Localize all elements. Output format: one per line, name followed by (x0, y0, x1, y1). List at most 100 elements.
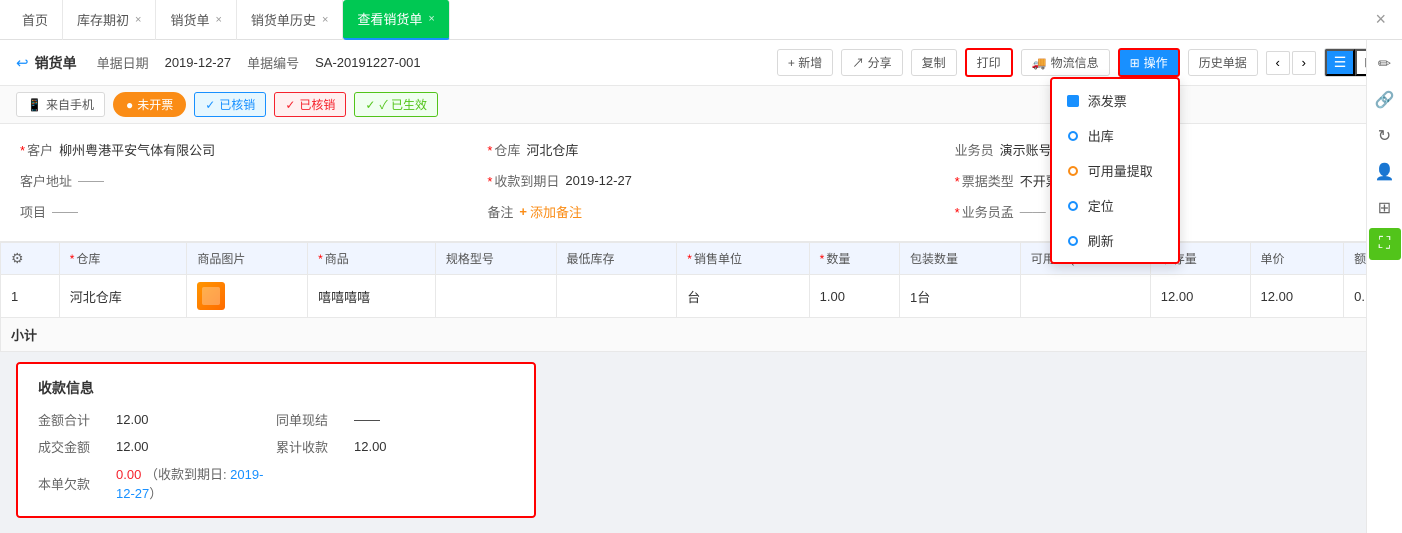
tab-sales-history[interactable]: 销货单历史 × (237, 0, 343, 40)
right-panel: ✏ 🔗 ↻ 👤 ⊞ ⛶ (1366, 40, 1402, 533)
payment-row-5: 本单欠款 0.00 （收款到期日: 2019-12-27） (38, 464, 276, 502)
note-label: 备注 (487, 202, 513, 221)
close-tab-history[interactable]: × (322, 14, 328, 26)
customer-value: 柳州粤港平安气体有限公司 (59, 140, 215, 159)
add-note-button[interactable]: 添加备注 (519, 202, 582, 221)
operations-button[interactable]: ⊞ 操作 (1118, 48, 1180, 77)
docno-value: SA-20191227-001 (315, 55, 421, 70)
date-label: 单据日期 (97, 53, 149, 72)
refresh-item[interactable]: 刷新 (1052, 223, 1178, 258)
doc-meta: 单据日期 2019-12-27 单据编号 SA-20191227-001 (97, 53, 421, 72)
not-opened-button[interactable]: ● 未开票 (113, 92, 186, 117)
row-pack-qty: 1台 (900, 275, 1021, 318)
row-sales-unit: 台 (677, 275, 809, 318)
warehouse-value: 河北仓库 (526, 140, 578, 159)
effective-button[interactable]: ✓ ✓ 已生效 (354, 92, 438, 117)
close-tab-sales[interactable]: × (215, 14, 221, 26)
settings-col: ⚙ (1, 243, 60, 275)
table-area: ⚙ 仓库 商品图片 商品 规格型号 最低库存 销售单位 数量 包装数量 可用量 … (0, 242, 1402, 352)
address-label: 客户地址 (20, 171, 72, 190)
new-button[interactable]: + 新增 (777, 49, 833, 76)
truck-icon: 🚚 (1032, 56, 1047, 70)
window-close-button[interactable]: × (1367, 9, 1394, 30)
settings-icon[interactable]: ⚙ (11, 250, 24, 266)
check-effect-icon: ✓ (365, 98, 375, 112)
warehouse-label: 仓库 (487, 140, 520, 159)
logistics-button[interactable]: 🚚 物流信息 (1021, 49, 1110, 76)
project-label: 项目 (20, 202, 46, 221)
close-tab-view[interactable]: × (428, 13, 434, 25)
locate-icon (1066, 199, 1080, 213)
edit-icon[interactable]: ✏ (1369, 48, 1401, 80)
note-field: 备注 添加备注 (487, 202, 914, 221)
copy-button[interactable]: 复制 (911, 49, 957, 76)
circle-icon: ● (126, 98, 133, 112)
project-value: —— (52, 204, 78, 219)
link-icon[interactable]: 🔗 (1369, 84, 1401, 116)
tab-sales-order[interactable]: 销货单 × (156, 0, 236, 40)
available-icon (1066, 164, 1080, 178)
tab-home[interactable]: 首页 (8, 0, 63, 40)
row-unit-price: 12.00 (1250, 275, 1344, 318)
payment-date-field: 收款到期日 2019-12-27 (487, 171, 914, 190)
refresh-icon[interactable]: ↻ (1369, 120, 1401, 152)
expand-icon[interactable]: ⛶ (1369, 228, 1401, 260)
employee-value: 演示账号 (1000, 140, 1052, 159)
available-qty-item[interactable]: 可用量提取 (1052, 153, 1178, 188)
payment-title: 收款信息 (38, 378, 514, 398)
check-cancel-icon: ✓ (285, 98, 295, 112)
employee2-value: —— (1020, 204, 1046, 219)
cancelled-button[interactable]: ✓ 已核销 (274, 92, 346, 117)
prev-button[interactable]: ‹ (1266, 51, 1290, 75)
from-phone-button[interactable]: 📱 来自手机 (16, 92, 105, 117)
row-product-img (187, 275, 308, 318)
warehouse-col: 仓库 (59, 243, 187, 275)
outbound-icon (1066, 129, 1080, 143)
payment-date-label: 收款到期日 (487, 171, 559, 190)
phone-icon: 📱 (27, 98, 42, 112)
table-row: 1 河北仓库 嘻嘻嘻嘻 台 1.00 1台 12.00 12.00 0. (1, 275, 1402, 318)
same-order-label: 同单现结 (276, 410, 346, 429)
next-button[interactable]: › (1292, 51, 1316, 75)
sub-toolbar: 📱 来自手机 ● 未开票 ✓ 已核销 ✓ 已核销 ✓ ✓ 已生效 (0, 86, 1402, 124)
total-value: 12.00 (116, 412, 149, 427)
add-invoice-item[interactable]: 添发票 (1052, 83, 1178, 118)
payment-row-1: 金额合计 12.00 (38, 410, 276, 429)
locate-item[interactable]: 定位 (1052, 188, 1178, 223)
table-icon[interactable]: ⊞ (1369, 192, 1401, 224)
print-button[interactable]: 打印 (965, 48, 1013, 77)
subtotal-label: 小计 (1, 318, 1402, 352)
same-order-value: —— (354, 412, 380, 427)
grid-icon: ⊞ (1130, 56, 1140, 70)
done-button[interactable]: ✓ 已核销 (194, 92, 266, 117)
subtotal-row: 小计 (1, 318, 1402, 352)
close-tab-inventory[interactable]: × (135, 14, 141, 26)
list-view-button[interactable]: ☰ (1325, 49, 1356, 76)
date-value: 2019-12-27 (165, 55, 232, 70)
product-col: 商品 (308, 243, 436, 275)
row-available (1020, 275, 1150, 318)
row-product: 嘻嘻嘻嘻 (308, 275, 436, 318)
payment-row-2: 同单现结 —— (276, 410, 514, 429)
tab-view-sales[interactable]: 查看销货单 × (343, 0, 449, 40)
sales-unit-col: 销售单位 (677, 243, 809, 275)
min-stock-col: 最低库存 (556, 243, 677, 275)
employee2-label: 业务员孟 (955, 202, 1014, 221)
table-header-row: ⚙ 仓库 商品图片 商品 规格型号 最低库存 销售单位 数量 包装数量 可用量 … (1, 243, 1402, 275)
customer-label: 客户 (20, 140, 53, 159)
owed-suffix: （收款到期日: (145, 467, 230, 482)
user-icon[interactable]: 👤 (1369, 156, 1401, 188)
nav-arrows: ‹ › (1266, 51, 1316, 75)
outbound-item[interactable]: 出库 (1052, 118, 1178, 153)
cumulative-value: 12.00 (354, 439, 387, 454)
share-button[interactable]: ↗ 分享 (841, 49, 902, 76)
spec-col: 规格型号 (435, 243, 556, 275)
doc-icon: ↩ (16, 54, 29, 72)
add-invoice-icon (1066, 94, 1080, 108)
operations-wrapper: ⊞ 操作 添发票 出库 可用量提取 定位 (1118, 48, 1180, 77)
history-button[interactable]: 历史单据 (1188, 49, 1258, 76)
payment-row-3: 成交金额 12.00 (38, 437, 276, 456)
doc-header: ↩ 销货单 单据日期 2019-12-27 单据编号 SA-20191227-0… (0, 40, 1402, 86)
owed-value: 0.00 （收款到期日: 2019-12-27） (116, 464, 276, 502)
tab-inventory-init[interactable]: 库存期初 × (63, 0, 156, 40)
